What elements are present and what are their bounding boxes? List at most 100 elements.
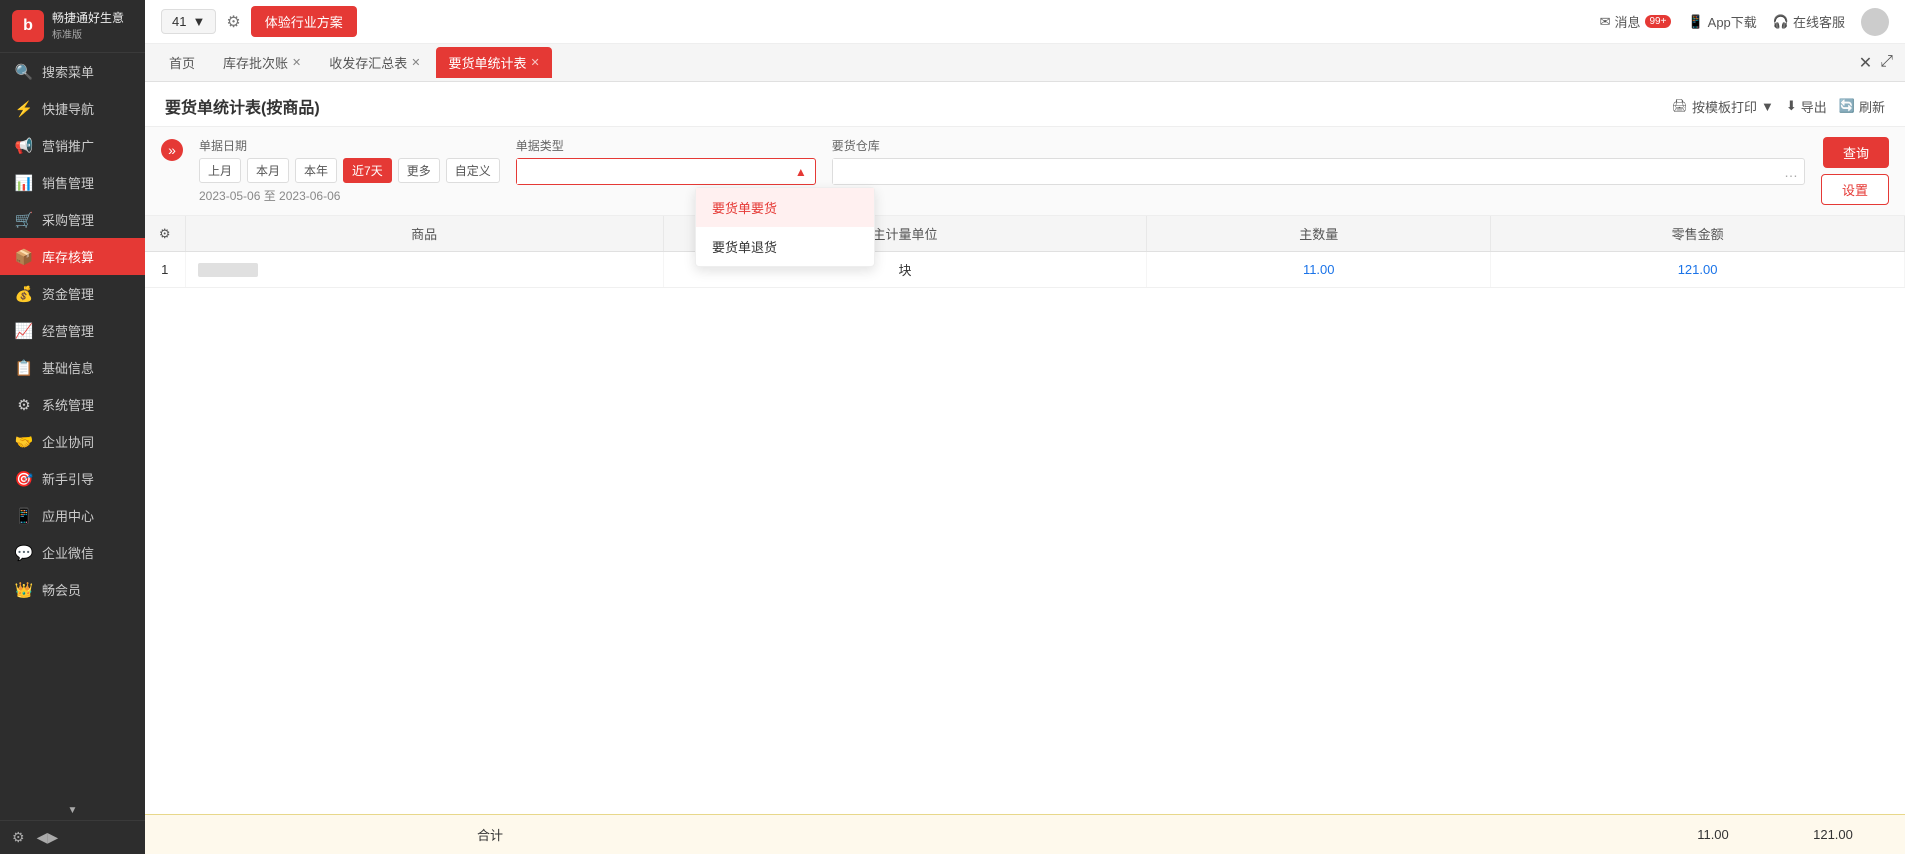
sidebar-guide-label: 新手引导 [42, 469, 94, 488]
sidebar-item-wechat[interactable]: 💬 企业微信 [0, 534, 145, 571]
sidebar-appcenter-label: 应用中心 [42, 506, 94, 525]
print-label: 按模板打印 [1692, 97, 1757, 116]
filter-right-buttons: 查询 设置 [1821, 137, 1889, 205]
sidebar-item-sales[interactable]: 📊 销售管理 [0, 164, 145, 201]
dropdown-item-return[interactable]: 要货单退货 [696, 227, 874, 266]
filter-date-label: 单据日期 [199, 137, 500, 154]
sidebar-quicknav-label: 快捷导航 [42, 99, 94, 118]
filter-date-group: 单据日期 上月 本月 本年 近7天 更多 自定义 2023-05-06 至 20… [199, 137, 500, 204]
expand-tabs-button[interactable]: ⤢ [1880, 53, 1893, 73]
sidebar-item-inventory[interactable]: 📦 库存核算 [0, 238, 145, 275]
wechat-icon: 💬 [14, 544, 34, 562]
settings-footer-icon[interactable]: ⚙ [12, 829, 25, 846]
messages-label: 消息 [1614, 12, 1640, 31]
logo-icon: b [12, 10, 44, 42]
refresh-icon: 🔄 [1839, 98, 1855, 114]
appcenter-icon: 📱 [14, 507, 34, 525]
sidebar-finance-label: 资金管理 [42, 284, 94, 303]
sidebar-item-quicknav[interactable]: ⚡ 快捷导航 [0, 90, 145, 127]
filter-warehouse-more-icon[interactable]: … [1778, 160, 1804, 184]
sidebar-item-marketing[interactable]: 📢 营销推广 [0, 127, 145, 164]
tab-receipt-summary-close[interactable]: ✕ [411, 56, 420, 69]
filter-this-month[interactable]: 本月 [247, 158, 289, 183]
tab-inventory-batch[interactable]: 库存批次账 ✕ [211, 47, 313, 78]
footer-quantity: 11.00 [1653, 827, 1773, 842]
tab-order-stats-close[interactable]: ✕ [531, 56, 540, 69]
filter-warehouse-label: 要货仓库 [832, 137, 1805, 154]
product-placeholder [198, 263, 258, 277]
online-service-button[interactable]: 🎧 在线客服 [1773, 12, 1845, 31]
main-area: 41 ▼ ⚙ 体验行业方案 ✉ 消息 99+ 📱 App下载 🎧 在线客服 [145, 0, 1905, 854]
tab-order-stats-label: 要货单统计表 [448, 53, 526, 72]
user-avatar[interactable] [1861, 8, 1889, 36]
query-button[interactable]: 查询 [1823, 137, 1889, 168]
filter-settings-button[interactable]: 设置 [1821, 174, 1889, 205]
refresh-button[interactable]: 🔄 刷新 [1839, 97, 1885, 116]
collapse-icon[interactable]: ◀▶ [37, 829, 59, 846]
footer-total-label: 合计 [277, 825, 503, 844]
filter-custom-date[interactable]: 自定义 [446, 158, 500, 183]
purchase-icon: 🛒 [14, 211, 34, 229]
export-icon: ⬇ [1786, 98, 1797, 114]
tab-inventory-batch-close[interactable]: ✕ [292, 56, 301, 69]
table-footer: 合计 11.00 121.00 [145, 814, 1905, 854]
tab-inventory-batch-label: 库存批次账 [223, 53, 288, 72]
sidebar-system-label: 系统管理 [42, 395, 94, 414]
dropdown-item-order[interactable]: 要货单要货 [696, 188, 874, 227]
sidebar-menu: ⚡ 快捷导航 📢 营销推广 📊 销售管理 🛒 采购管理 📦 库存核算 💰 资金管… [0, 90, 145, 801]
column-amount: 零售金额 [1491, 216, 1905, 252]
filter-type-collapse-icon[interactable]: ▲ [787, 161, 815, 183]
filter-type-input[interactable] [517, 159, 787, 184]
sales-icon: 📊 [14, 174, 34, 192]
sidebar-item-search[interactable]: 🔍 搜索菜单 [0, 53, 145, 90]
filter-warehouse-group: 要货仓库 … [832, 137, 1805, 185]
sidebar-scroll-down[interactable]: ▼ [0, 801, 145, 820]
filter-type-input-row: ▲ [516, 158, 816, 185]
sidebar: b 畅捷通好生意 标准版 🔍 搜索菜单 ⚡ 快捷导航 📢 营销推广 📊 销售管理… [0, 0, 145, 854]
messages-button[interactable]: ✉ 消息 99+ [1600, 12, 1672, 31]
search-icon: 🔍 [14, 63, 34, 81]
filter-expand-button[interactable]: » [161, 139, 183, 161]
app-download-button[interactable]: 📱 App下载 [1687, 12, 1756, 31]
app-name: 畅捷通好生意 [52, 11, 124, 27]
tab-order-stats[interactable]: 要货单统计表 ✕ [436, 47, 551, 78]
row-index: 1 [145, 252, 185, 288]
sidebar-item-management[interactable]: 📈 经营管理 [0, 312, 145, 349]
sidebar-purchase-label: 采购管理 [42, 210, 94, 229]
table-body: 1 块 11.00 121.00 [145, 252, 1905, 288]
sidebar-item-system[interactable]: ⚙ 系统管理 [0, 386, 145, 423]
sidebar-item-basic-info[interactable]: 📋 基础信息 [0, 349, 145, 386]
settings-icon-topbar[interactable]: ⚙ [226, 12, 240, 32]
page-actions: 🖨 按模板打印 ▼ ⬇ 导出 🔄 刷新 [1671, 97, 1885, 116]
filter-this-year[interactable]: 本年 [295, 158, 337, 183]
filter-last-month[interactable]: 上月 [199, 158, 241, 183]
table-header-row: ⚙ 商品 主计量单位 主数量 零售金额 [145, 216, 1905, 252]
sidebar-item-purchase[interactable]: 🛒 采购管理 [0, 201, 145, 238]
system-icon: ⚙ [14, 396, 34, 414]
close-all-tabs-button[interactable]: ✕ [1859, 53, 1872, 73]
filter-warehouse-input[interactable] [833, 159, 1778, 184]
sidebar-basicinfo-label: 基础信息 [42, 358, 94, 377]
export-button[interactable]: ⬇ 导出 [1786, 97, 1827, 116]
store-dropdown-icon: ▼ [192, 14, 205, 29]
column-settings[interactable]: ⚙ [145, 216, 185, 252]
topbar-right: ✉ 消息 99+ 📱 App下载 🎧 在线客服 [1600, 8, 1889, 36]
store-selector[interactable]: 41 ▼ [161, 9, 216, 34]
filter-bar: » 单据日期 上月 本月 本年 近7天 更多 自定义 2023-05-06 至 … [145, 127, 1905, 216]
trial-button[interactable]: 体验行业方案 [251, 6, 357, 37]
tab-receipt-summary[interactable]: 收发存汇总表 ✕ [317, 47, 432, 78]
print-button[interactable]: 🖨 按模板打印 ▼ [1671, 97, 1773, 116]
sidebar-item-enterprise[interactable]: 🤝 企业协同 [0, 423, 145, 460]
service-icon: 🎧 [1773, 14, 1789, 30]
app-version: 标准版 [52, 26, 124, 41]
filter-more-dates[interactable]: 更多 [398, 158, 440, 183]
tab-home[interactable]: 首页 [157, 47, 207, 78]
sidebar-item-finance[interactable]: 💰 资金管理 [0, 275, 145, 312]
footer-amount: 121.00 [1773, 827, 1893, 842]
sidebar-item-guide[interactable]: 🎯 新手引导 [0, 460, 145, 497]
management-icon: 📈 [14, 322, 34, 340]
sidebar-management-label: 经营管理 [42, 321, 94, 340]
filter-last-7days[interactable]: 近7天 [343, 158, 392, 183]
sidebar-item-appcenter[interactable]: 📱 应用中心 [0, 497, 145, 534]
sidebar-item-member[interactable]: 👑 畅会员 [0, 571, 145, 608]
